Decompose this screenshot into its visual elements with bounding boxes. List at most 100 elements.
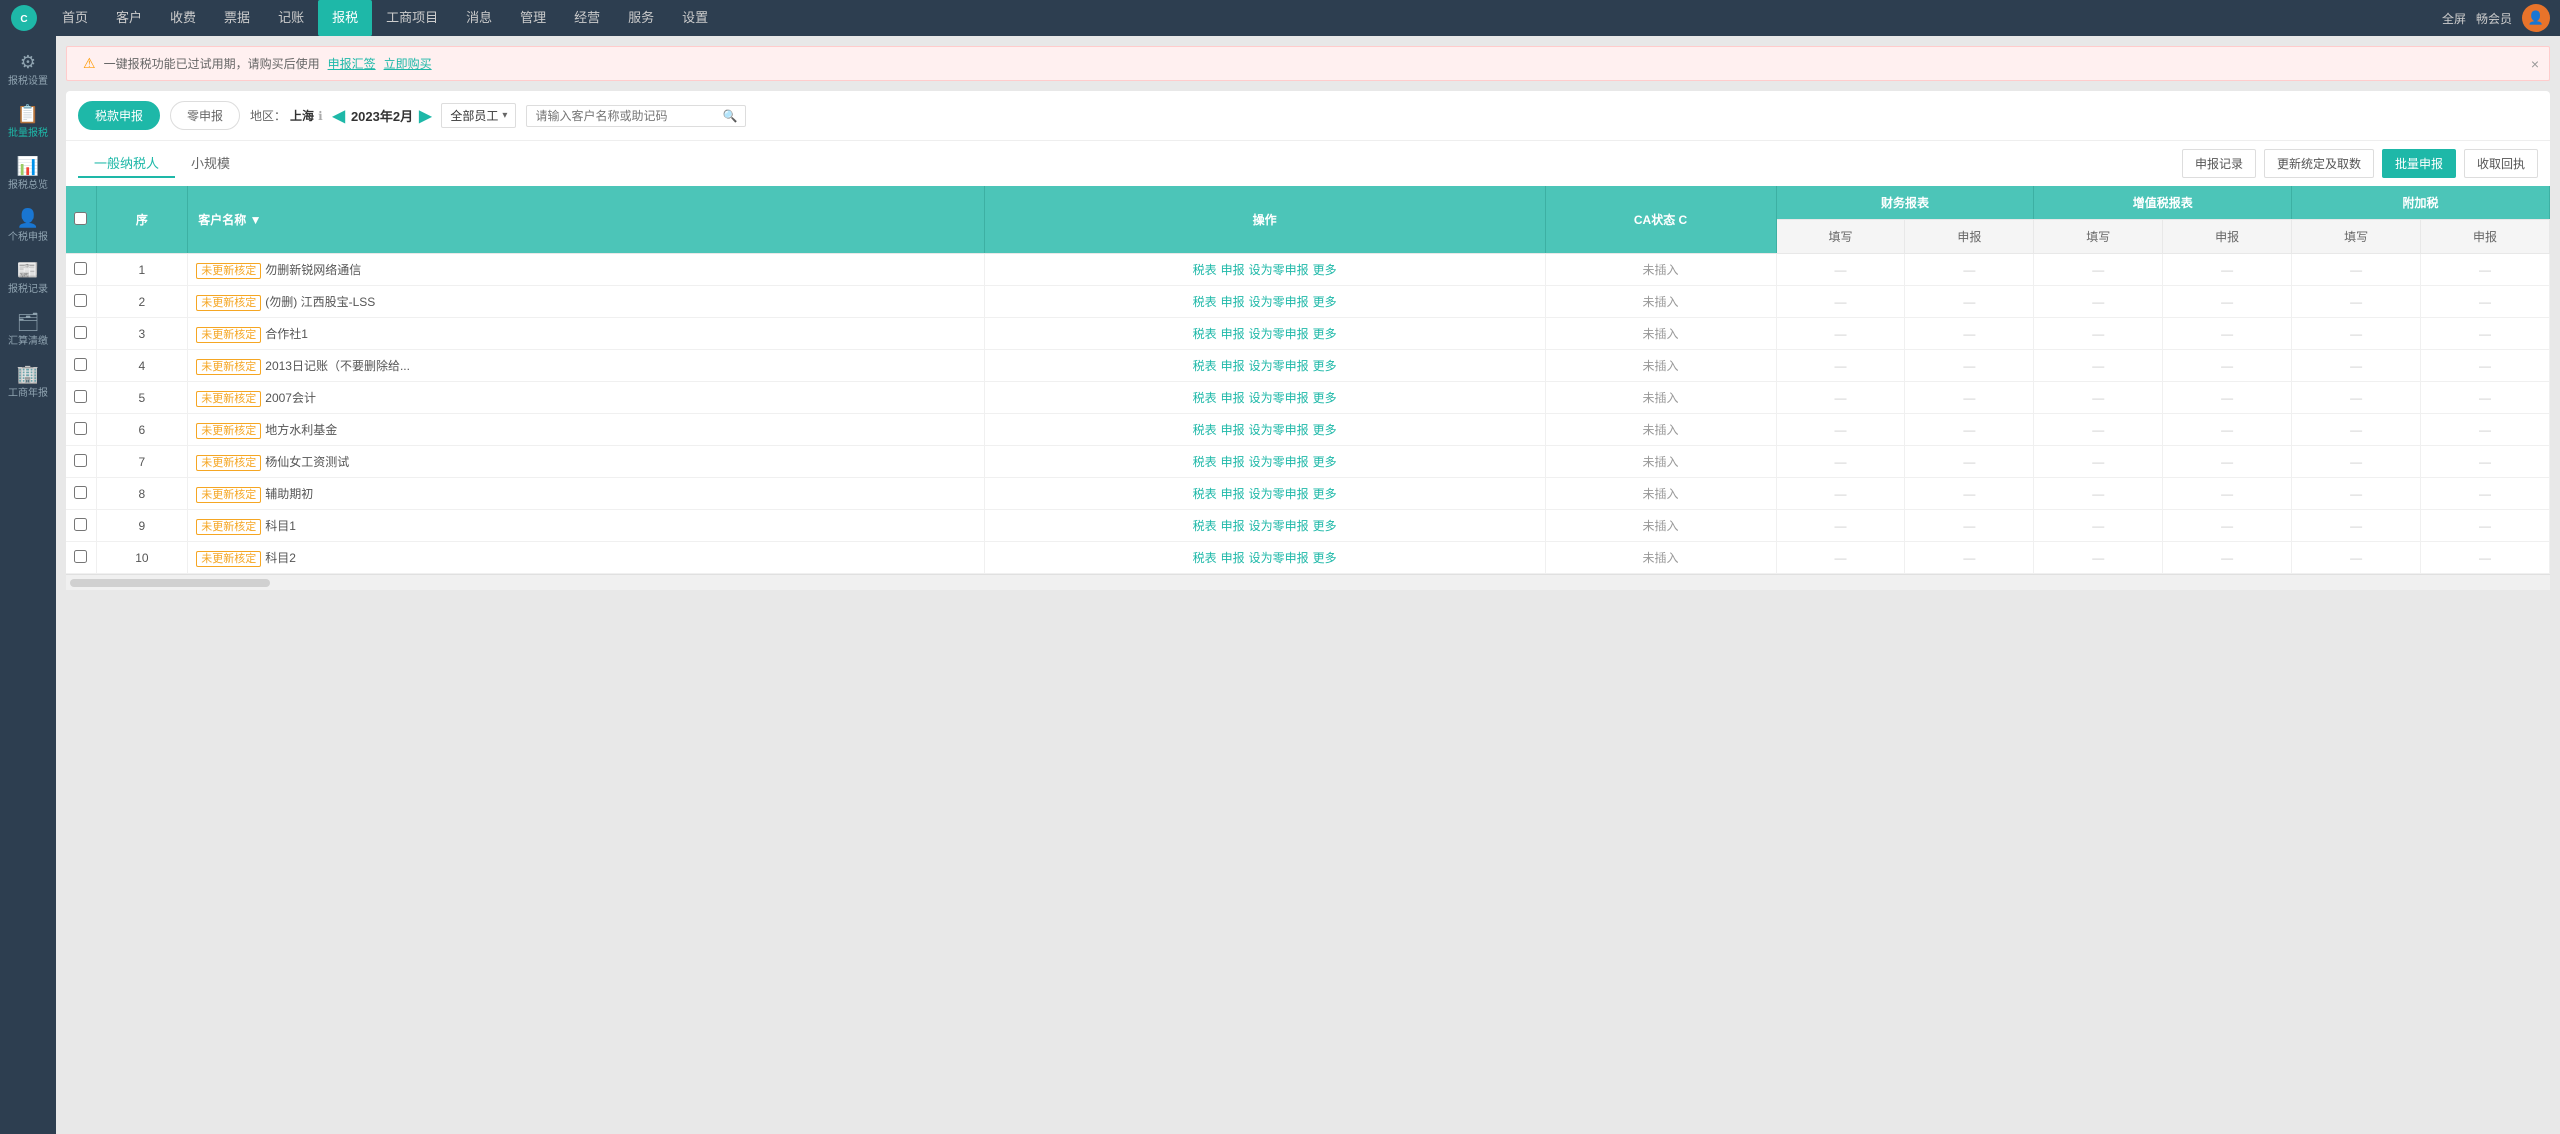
nav-service[interactable]: 服务 [614, 0, 668, 36]
row-g2-report: — [2163, 446, 2292, 478]
row-checkbox[interactable] [74, 358, 87, 371]
op-1[interactable]: 申报 [1221, 487, 1245, 501]
op-0[interactable]: 税表 [1193, 423, 1217, 437]
select-all-checkbox[interactable] [74, 212, 87, 225]
row-g2-fill: — [2034, 446, 2163, 478]
op-1[interactable]: 申报 [1221, 263, 1245, 277]
sort-icon[interactable]: ▼ [250, 213, 262, 227]
op-3[interactable]: 更多 [1313, 391, 1337, 405]
op-1[interactable]: 申报 [1221, 295, 1245, 309]
status-badge: 未更新核定 [196, 263, 261, 279]
row-checkbox[interactable] [74, 262, 87, 275]
op-0[interactable]: 税表 [1193, 551, 1217, 565]
btn-report-record[interactable]: 申报记录 [2182, 149, 2256, 178]
sidebar-item-personal-tax[interactable]: 👤 个税申报 [0, 200, 56, 252]
tab-general-taxpayer[interactable]: 一般纳税人 [78, 149, 175, 178]
op-2[interactable]: 设为零申报 [1249, 327, 1309, 341]
op-2[interactable]: 设为零申报 [1249, 487, 1309, 501]
row-checkbox[interactable] [74, 550, 87, 563]
row-name: 未更新核定杨仙女工资测试 [188, 446, 984, 478]
nav-business[interactable]: 工商项目 [372, 0, 452, 36]
op-2[interactable]: 设为零申报 [1249, 295, 1309, 309]
tab-zero-declaration[interactable]: 零申报 [170, 101, 240, 130]
op-3[interactable]: 更多 [1313, 487, 1337, 501]
banner-link1[interactable]: 申报汇签 [328, 55, 376, 72]
op-0[interactable]: 税表 [1193, 327, 1217, 341]
op-3[interactable]: 更多 [1313, 263, 1337, 277]
tab-small-scale[interactable]: 小规模 [175, 149, 246, 178]
row-checkbox[interactable] [74, 390, 87, 403]
op-3[interactable]: 更多 [1313, 359, 1337, 373]
sidebar-label-settlement: 汇算清缴 [8, 335, 48, 348]
op-1[interactable]: 申报 [1221, 327, 1245, 341]
op-1[interactable]: 申报 [1221, 423, 1245, 437]
row-checkbox[interactable] [74, 422, 87, 435]
tab-tax-declaration[interactable]: 税款申报 [78, 101, 160, 130]
op-0[interactable]: 税表 [1193, 359, 1217, 373]
banner-close-button[interactable]: × [2531, 56, 2539, 72]
sidebar-item-batch-tax[interactable]: 📋 批量报税 [0, 96, 56, 148]
sidebar-item-annual-report[interactable]: 🏢 工商年报 [0, 356, 56, 408]
nav-invoice[interactable]: 票据 [210, 0, 264, 36]
search-box: 🔍 [526, 105, 746, 127]
nav-client[interactable]: 客户 [102, 0, 156, 36]
sidebar-item-tax-record[interactable]: 📰 报税记录 [0, 252, 56, 304]
row-checkbox[interactable] [74, 486, 87, 499]
banner-link2[interactable]: 立即购买 [384, 55, 432, 72]
op-2[interactable]: 设为零申报 [1249, 263, 1309, 277]
search-input[interactable] [535, 109, 722, 123]
op-2[interactable]: 设为零申报 [1249, 519, 1309, 533]
btn-collect-receipt[interactable]: 收取回执 [2464, 149, 2538, 178]
op-3[interactable]: 更多 [1313, 551, 1337, 565]
op-3[interactable]: 更多 [1313, 295, 1337, 309]
op-0[interactable]: 税表 [1193, 455, 1217, 469]
op-0[interactable]: 税表 [1193, 295, 1217, 309]
op-3[interactable]: 更多 [1313, 423, 1337, 437]
op-3[interactable]: 更多 [1313, 455, 1337, 469]
row-checkbox[interactable] [74, 454, 87, 467]
op-0[interactable]: 税表 [1193, 263, 1217, 277]
row-g2-fill: — [2034, 350, 2163, 382]
op-1[interactable]: 申报 [1221, 455, 1245, 469]
op-3[interactable]: 更多 [1313, 519, 1337, 533]
sidebar-item-tax-settings[interactable]: ⚙ 报税设置 [0, 44, 56, 96]
nav-settings[interactable]: 设置 [668, 0, 722, 36]
op-1[interactable]: 申报 [1221, 551, 1245, 565]
op-2[interactable]: 设为零申报 [1249, 423, 1309, 437]
op-1[interactable]: 申报 [1221, 391, 1245, 405]
op-0[interactable]: 税表 [1193, 519, 1217, 533]
op-2[interactable]: 设为零申报 [1249, 551, 1309, 565]
nav-operation[interactable]: 经营 [560, 0, 614, 36]
scroll-thumb[interactable] [70, 579, 270, 587]
btn-update-fetch[interactable]: 更新统定及取数 [2264, 149, 2374, 178]
row-g2-report: — [2163, 350, 2292, 382]
op-1[interactable]: 申报 [1221, 359, 1245, 373]
op-2[interactable]: 设为零申报 [1249, 391, 1309, 405]
nav-tax[interactable]: 报税 [318, 0, 372, 36]
sidebar-item-tax-overview[interactable]: 📊 报税总览 [0, 148, 56, 200]
row-checkbox[interactable] [74, 294, 87, 307]
op-0[interactable]: 税表 [1193, 487, 1217, 501]
op-0[interactable]: 税表 [1193, 391, 1217, 405]
op-2[interactable]: 设为零申报 [1249, 455, 1309, 469]
vip-button[interactable]: 畅会员 [2476, 10, 2512, 27]
row-checkbox[interactable] [74, 326, 87, 339]
btn-batch-report[interactable]: 批量申报 [2382, 149, 2456, 178]
staff-selector[interactable]: 全部员工 ▾ [441, 103, 516, 128]
nav-manage[interactable]: 管理 [506, 0, 560, 36]
sidebar-item-settlement[interactable]: 🗂 汇算清缴 [0, 304, 56, 356]
date-next-button[interactable]: ▶ [419, 106, 431, 126]
nav-home[interactable]: 首页 [48, 0, 102, 36]
fullscreen-button[interactable]: 全屏 [2442, 10, 2466, 27]
date-prev-button[interactable]: ◀ [333, 106, 345, 126]
user-avatar[interactable]: 👤 [2522, 4, 2550, 32]
op-1[interactable]: 申报 [1221, 519, 1245, 533]
nav-account[interactable]: 记账 [264, 0, 318, 36]
row-checkbox[interactable] [74, 518, 87, 531]
nav-fee[interactable]: 收费 [156, 0, 210, 36]
row-ca-status: 未插入 [1545, 478, 1776, 510]
op-2[interactable]: 设为零申报 [1249, 359, 1309, 373]
row-ca-status: 未插入 [1545, 350, 1776, 382]
nav-message[interactable]: 消息 [452, 0, 506, 36]
op-3[interactable]: 更多 [1313, 327, 1337, 341]
